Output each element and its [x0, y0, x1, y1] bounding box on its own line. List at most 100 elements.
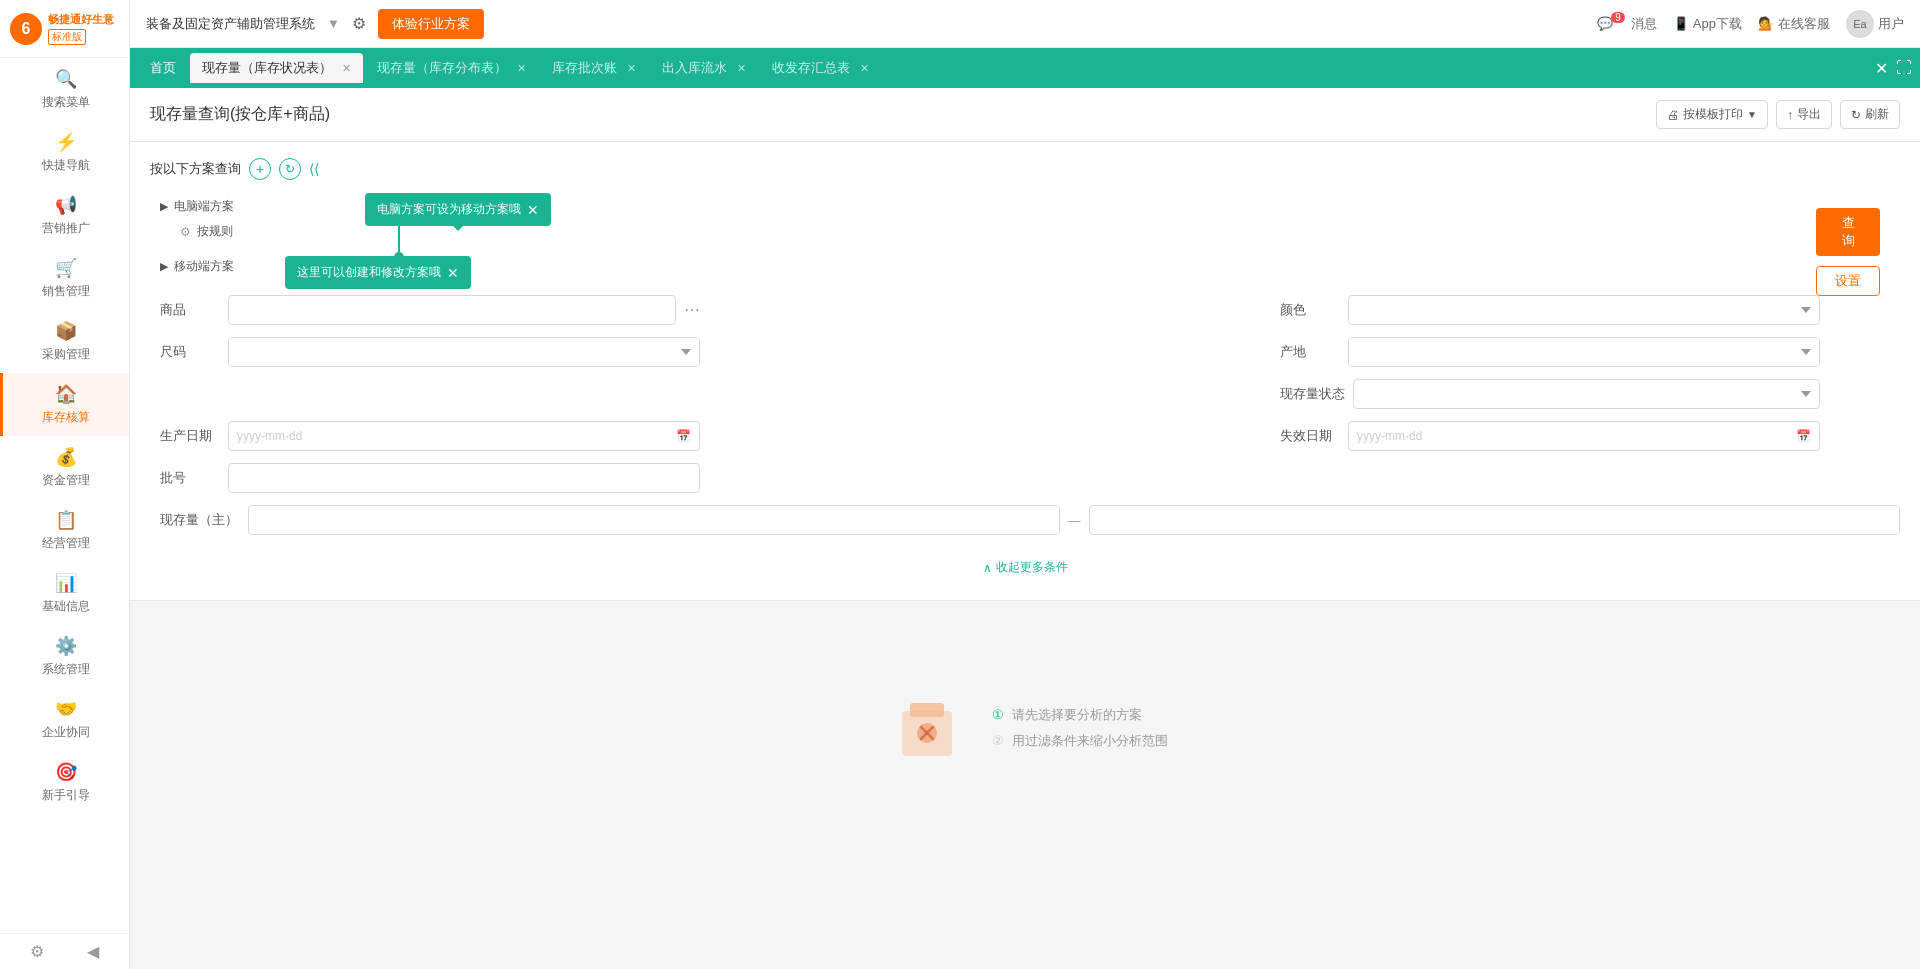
expire-date-calendar-icon[interactable]: 📅 [1796, 429, 1811, 443]
tab-end-icons: ✕ ⛶ [1875, 59, 1912, 78]
sidebar-item-purchase[interactable]: 📦 采购管理 [0, 310, 129, 373]
refresh-btn[interactable]: ↻ 刷新 [1840, 100, 1900, 129]
filter-row-batch: 批号 [160, 463, 700, 493]
origin-label: 产地 [1280, 343, 1340, 361]
notification-item[interactable]: 💬 9 消息 [1597, 15, 1657, 33]
marketing-icon: 📢 [55, 194, 77, 216]
tab-receive-summary-close[interactable]: ✕ [860, 62, 869, 75]
top-header: 装备及固定资产辅助管理系统 ▼ ⚙ 体验行业方案 💬 9 消息 📱 App下载 … [130, 0, 1920, 48]
tab-inventory-dist-close[interactable]: ✕ [517, 62, 526, 75]
sidebar-item-system[interactable]: ⚙️ 系统管理 [0, 625, 129, 688]
app-download-label: App下载 [1693, 15, 1742, 33]
collab-icon: 🤝 [55, 698, 77, 720]
prod-date-label: 生产日期 [160, 427, 220, 445]
tab-inventory-status-close[interactable]: ✕ [342, 62, 351, 75]
filter-area: 按以下方案查询 + ↻ ⟨⟨ 电脑方案可设为移动方案哦 ✕ ▶ [130, 142, 1920, 601]
quantity-row: 现存量（主） — [150, 505, 1900, 535]
empty-state: ① 请先选择要分析的方案 ② 用过滤条件来缩小分析范围 [130, 601, 1920, 854]
export-btn[interactable]: ↑ 导出 [1776, 100, 1832, 129]
tab-receive-summary[interactable]: 收发存汇总表 ✕ [760, 53, 881, 83]
app-download-item[interactable]: 📱 App下载 [1673, 15, 1742, 33]
size-select[interactable] [228, 337, 700, 367]
sidebar-item-sales[interactable]: 🛒 销售管理 [0, 247, 129, 310]
tab-expand-icon[interactable]: ⛶ [1896, 59, 1912, 78]
user-label: 用户 [1878, 15, 1904, 33]
tab-in-out-flow-close[interactable]: ✕ [737, 62, 746, 75]
step1-num: ① [992, 707, 1004, 722]
filter-add-btn[interactable]: + [249, 158, 271, 180]
page-header: 现存量查询(按仓库+商品) 🖨 按模板打印 ▼ ↑ 导出 ↻ 刷新 [130, 88, 1920, 142]
sidebar-item-search[interactable]: 🔍 搜索菜单 [0, 58, 129, 121]
empty-step2: ② 用过滤条件来缩小分析范围 [992, 728, 1168, 754]
sidebar-item-marketing[interactable]: 📢 营销推广 [0, 184, 129, 247]
filter-row-origin: 产地 [1280, 337, 1820, 367]
tab-inventory-dist[interactable]: 现存量（库存分布表） ✕ [365, 53, 538, 83]
settings-icon[interactable]: ⚙ [352, 14, 366, 33]
collapse-label: 收起更多条件 [996, 559, 1068, 576]
quantity-from-input[interactable] [248, 505, 1060, 535]
trial-button[interactable]: 体验行业方案 [378, 9, 484, 39]
tab-home[interactable]: 首页 [138, 53, 188, 83]
filter-refresh-btn[interactable]: ↻ [279, 158, 301, 180]
batch-input[interactable] [228, 463, 700, 493]
sidebar-label-operations: 经营管理 [42, 535, 90, 552]
quick-nav-icon: ⚡ [55, 131, 77, 153]
tab-inventory-status[interactable]: 现存量（库存状况表） ✕ [190, 53, 363, 83]
collapse-bar[interactable]: ∧ 收起更多条件 [150, 551, 1900, 584]
scheme-sub-icon: ⚙ [180, 225, 191, 239]
tab-close-all-icon[interactable]: ✕ [1875, 59, 1888, 78]
origin-select[interactable] [1348, 337, 1820, 367]
expire-date-placeholder: yyyy-mm-dd [1357, 429, 1422, 443]
content-area: 现存量查询(按仓库+商品) 🖨 按模板打印 ▼ ↑ 导出 ↻ 刷新 [130, 88, 1920, 969]
sidebar-item-collab[interactable]: 🤝 企业协同 [0, 688, 129, 751]
inv-status-select[interactable] [1353, 379, 1820, 409]
empty-illustration [882, 681, 972, 774]
sidebar-collapse-btn[interactable]: ◀ [87, 942, 99, 961]
print-label: 按模板打印 [1683, 106, 1743, 123]
quantity-separator: — [1068, 513, 1081, 528]
tooltip-scheme-close[interactable]: ✕ [527, 202, 539, 218]
user-item[interactable]: Ea 用户 [1846, 10, 1904, 38]
scheme-desktop-label: 电脑端方案 [174, 198, 234, 215]
sidebar-item-basic[interactable]: 📊 基础信息 [0, 562, 129, 625]
tab-batch-account-label: 库存批次账 [552, 59, 617, 77]
online-support-item[interactable]: 💁 在线客服 [1758, 15, 1830, 33]
tooltip-scheme-text: 电脑方案可设为移动方案哦 [377, 201, 521, 218]
sidebar-item-inventory[interactable]: 🏠 库存核算 [0, 373, 129, 436]
sidebar-footer: ⚙ ◀ [0, 933, 129, 969]
step2-num: ② [992, 733, 1004, 748]
quantity-to-input[interactable] [1089, 505, 1901, 535]
tab-inventory-dist-label: 现存量（库存分布表） [377, 59, 507, 77]
tab-home-label: 首页 [150, 59, 176, 77]
batch-label: 批号 [160, 469, 220, 487]
sidebar-settings-btn[interactable]: ⚙ [30, 942, 44, 961]
expire-date-input[interactable]: yyyy-mm-dd 📅 [1348, 421, 1820, 451]
reset-button[interactable]: 设置 [1816, 266, 1880, 296]
prod-date-calendar-icon[interactable]: 📅 [676, 429, 691, 443]
tab-batch-account[interactable]: 库存批次账 ✕ [540, 53, 648, 83]
print-btn[interactable]: 🖨 按模板打印 ▼ [1656, 100, 1768, 129]
product-dots[interactable]: ⋯ [684, 302, 700, 318]
collapse-arrow-icon: ∧ [983, 561, 992, 575]
filter-actions: 查询 设置 [1816, 208, 1880, 296]
sidebar-item-guide[interactable]: 🎯 新手引导 [0, 751, 129, 814]
basic-icon: 📊 [55, 572, 77, 594]
sidebar-label-purchase: 采购管理 [42, 346, 90, 363]
filter-back-btn[interactable]: ⟨⟨ [309, 161, 319, 177]
step2-text: 用过滤条件来缩小分析范围 [1012, 733, 1168, 748]
sidebar-item-finance[interactable]: 💰 资金管理 [0, 436, 129, 499]
prod-date-input[interactable]: yyyy-mm-dd 📅 [228, 421, 700, 451]
quantity-label: 现存量（主） [160, 511, 240, 529]
tab-batch-account-close[interactable]: ✕ [627, 62, 636, 75]
header-right: 💬 9 消息 📱 App下载 💁 在线客服 Ea 用户 [1597, 10, 1904, 38]
search-icon: 🔍 [55, 68, 77, 90]
sidebar-item-quick-nav[interactable]: ⚡ 快捷导航 [0, 121, 129, 184]
tab-in-out-flow[interactable]: 出入库流水 ✕ [650, 53, 758, 83]
system-dropdown-arrow[interactable]: ▼ [327, 16, 340, 31]
tooltip-edit-close[interactable]: ✕ [447, 265, 459, 281]
query-button[interactable]: 查询 [1816, 208, 1880, 256]
tab-in-out-flow-label: 出入库流水 [662, 59, 727, 77]
sidebar-item-operations[interactable]: 📋 经营管理 [0, 499, 129, 562]
color-select[interactable] [1348, 295, 1820, 325]
product-input[interactable] [228, 295, 676, 325]
